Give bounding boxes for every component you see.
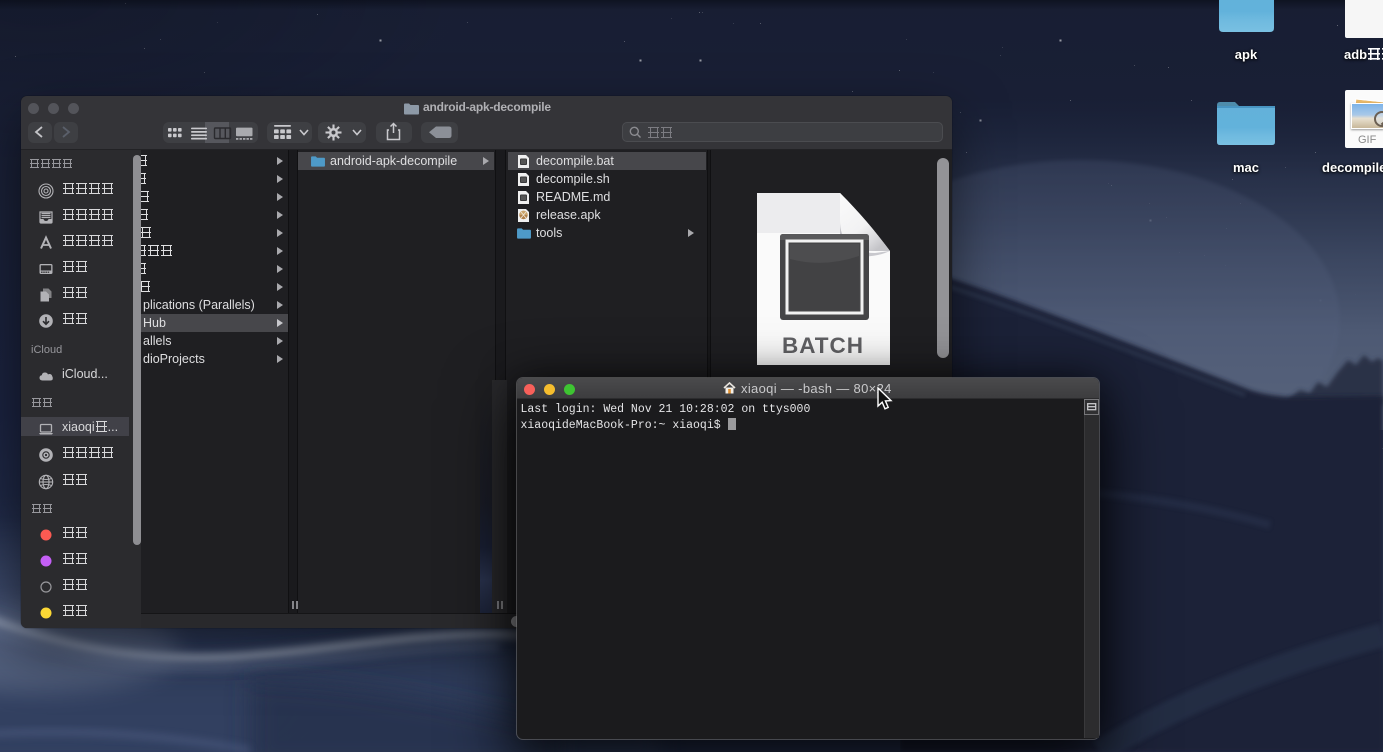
svg-text:BATCH: BATCH — [782, 333, 864, 358]
